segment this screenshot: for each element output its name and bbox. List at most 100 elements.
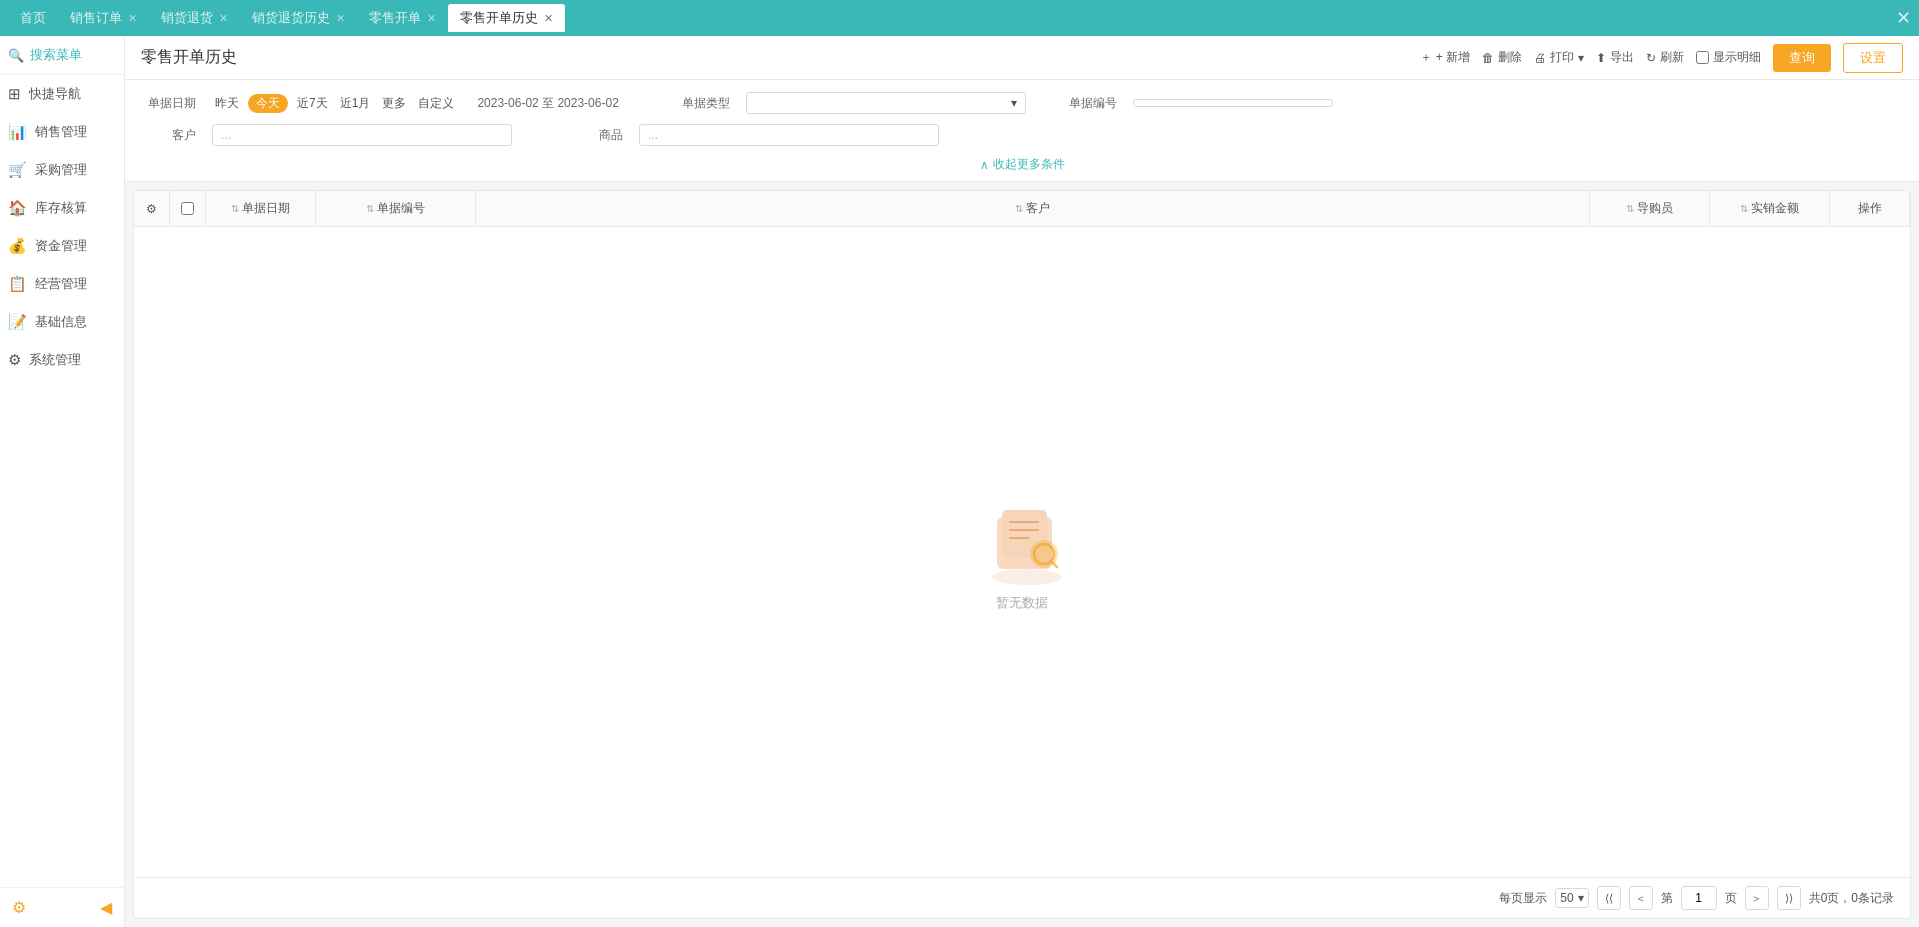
display-detail-checkbox[interactable]: 显示明细 [1696,49,1761,66]
select-all-checkbox[interactable] [181,202,194,215]
tab-sales-return-close[interactable]: ✕ [219,12,228,25]
sidebar-item-system[interactable]: ⚙ 系统管理 [0,341,124,379]
table-header: ⚙ ⇅ 单据日期 ⇅ 单据编号 ⇅ 客户 ⇅ 导购员 [134,191,1910,227]
sort-icon-guide: ⇅ [1626,203,1634,214]
tab-sales-order-close[interactable]: ✕ [128,12,137,25]
tab-retail-history-close[interactable]: ✕ [544,12,553,25]
filter-row-2: 客户 ... 商品 ... [141,124,1903,146]
print-icon: 🖨 [1534,51,1546,65]
display-detail-label: 显示明细 [1713,49,1761,66]
sidebar-item-label-purchase: 采购管理 [35,161,87,179]
tab-retail-open[interactable]: 零售开单 ✕ [357,4,448,32]
footer-collapse-icon[interactable]: ◀ [100,898,112,917]
tab-sales-order-label: 销售订单 [70,9,122,27]
tab-sales-return-history[interactable]: 销货退货历史 ✕ [240,4,357,32]
sidebar-item-purchase[interactable]: 🛒 采购管理 [0,151,124,189]
date-opt-1month[interactable]: 近1月 [337,94,374,113]
tab-home[interactable]: 首页 [8,4,58,32]
tab-retail-open-label: 零售开单 [369,9,421,27]
customer-input[interactable]: ... [212,124,512,146]
th-operation-label: 操作 [1858,200,1882,217]
bill-type-label: 单据类型 [675,95,730,112]
sidebar-footer: ⚙ ◀ [0,887,124,927]
th-billno[interactable]: ⇅ 单据编号 [316,191,476,226]
empty-illustration [977,492,1067,582]
customer-placeholder: ... [221,128,231,142]
sort-icon: ⇅ [231,203,239,214]
sidebar-item-inventory[interactable]: 🏠 库存核算 [0,189,124,227]
settings-button[interactable]: 设置 [1843,43,1903,73]
export-button[interactable]: ⬆ 导出 [1596,49,1634,66]
sidebar-item-sales[interactable]: 📊 销售管理 [0,113,124,151]
print-button[interactable]: 🖨 打印 ▾ [1534,49,1584,66]
query-button[interactable]: 查询 [1773,44,1831,72]
th-customer[interactable]: ⇅ 客户 [476,191,1590,226]
window-close-btn[interactable]: ✕ [1896,7,1911,29]
th-setting[interactable]: ⚙ [134,191,170,226]
delete-icon: 🗑 [1482,51,1494,65]
tab-retail-history[interactable]: 零售开单历史 ✕ [448,4,565,32]
sidebar-item-base[interactable]: 📝 基础信息 [0,303,124,341]
per-page-value: 50 [1560,891,1573,905]
add-label: + 新增 [1436,49,1470,66]
tab-sales-return-history-label: 销货退货历史 [252,9,330,27]
quick-nav-icon: ⊞ [8,85,21,103]
tab-sales-return[interactable]: 销货退货 ✕ [149,4,240,32]
main-layout: 🔍 搜索菜单 ⊞ 快捷导航 📊 销售管理 🛒 采购管理 🏠 库存核算 💰 资金管… [0,36,1919,927]
header-actions: ＋ + 新增 🗑 删除 🖨 打印 ▾ ⬆ 导出 ↻ [1420,43,1903,73]
goods-input[interactable]: ... [639,124,939,146]
sidebar-item-operation[interactable]: 📋 经营管理 [0,265,124,303]
th-guide-label: 导购员 [1637,200,1673,217]
goods-placeholder: ... [648,128,658,142]
sidebar-item-label-finance: 资金管理 [35,237,87,255]
sidebar-item-label-inventory: 库存核算 [35,199,87,217]
next-page-btn[interactable]: ＞ [1745,886,1769,910]
th-billno-label: 单据编号 [377,200,425,217]
add-button[interactable]: ＋ + 新增 [1420,49,1470,66]
refresh-button[interactable]: ↻ 刷新 [1646,49,1684,66]
empty-state: 暂无数据 [134,227,1910,877]
sidebar-search[interactable]: 🔍 搜索菜单 [0,36,124,75]
sort-icon-billno: ⇅ [366,203,374,214]
purchase-icon: 🛒 [8,161,27,179]
first-page-btn[interactable]: ⟨⟨ [1597,886,1621,910]
th-guide[interactable]: ⇅ 导购员 [1590,191,1710,226]
tab-retail-open-close[interactable]: ✕ [427,12,436,25]
th-checkbox[interactable] [170,191,206,226]
collapse-label: 收起更多条件 [993,156,1065,173]
empty-text: 暂无数据 [996,594,1048,612]
date-opt-7days[interactable]: 近7天 [294,94,331,113]
sidebar-item-quick-nav[interactable]: ⊞ 快捷导航 [0,75,124,113]
total-info: 共0页，0条记录 [1809,890,1894,907]
last-page-btn[interactable]: ⟩⟩ [1777,886,1801,910]
bill-type-select[interactable]: ▾ [746,92,1026,114]
tab-sales-order[interactable]: 销售订单 ✕ [58,4,149,32]
sidebar-item-finance[interactable]: 💰 资金管理 [0,227,124,265]
page-title: 零售开单历史 [141,47,237,68]
page-number-input[interactable] [1681,886,1717,910]
bill-type-chevron-icon: ▾ [1011,96,1017,110]
prev-page-btn[interactable]: ＜ [1629,886,1653,910]
display-detail-input[interactable] [1696,51,1709,64]
date-opt-more[interactable]: 更多 [379,94,409,113]
tab-retail-history-label: 零售开单历史 [460,9,538,27]
sort-icon-customer: ⇅ [1015,203,1023,214]
tab-sales-return-history-close[interactable]: ✕ [336,12,345,25]
th-amount[interactable]: ⇅ 实销金额 [1710,191,1830,226]
th-date[interactable]: ⇅ 单据日期 [206,191,316,226]
bill-no-input[interactable] [1133,99,1333,107]
sales-icon: 📊 [8,123,27,141]
delete-button[interactable]: 🗑 删除 [1482,49,1522,66]
filter-row-1: 单据日期 昨天 今天 近7天 近1月 更多 自定义 2023-06-02 至 2… [141,92,1903,114]
th-operation: 操作 [1830,191,1910,226]
date-opt-custom[interactable]: 自定义 [415,94,457,113]
date-opt-today[interactable]: 今天 [248,94,288,113]
collapse-more-conditions[interactable]: ∧ 收起更多条件 [980,156,1065,173]
date-opt-yesterday[interactable]: 昨天 [212,94,242,113]
page-suffix: 页 [1725,890,1737,907]
footer-gear-icon[interactable]: ⚙ [12,898,26,917]
th-amount-label: 实销金额 [1751,200,1799,217]
base-icon: 📝 [8,313,27,331]
per-page-select[interactable]: 50 ▾ [1555,888,1588,908]
page-label: 第 [1661,890,1673,907]
